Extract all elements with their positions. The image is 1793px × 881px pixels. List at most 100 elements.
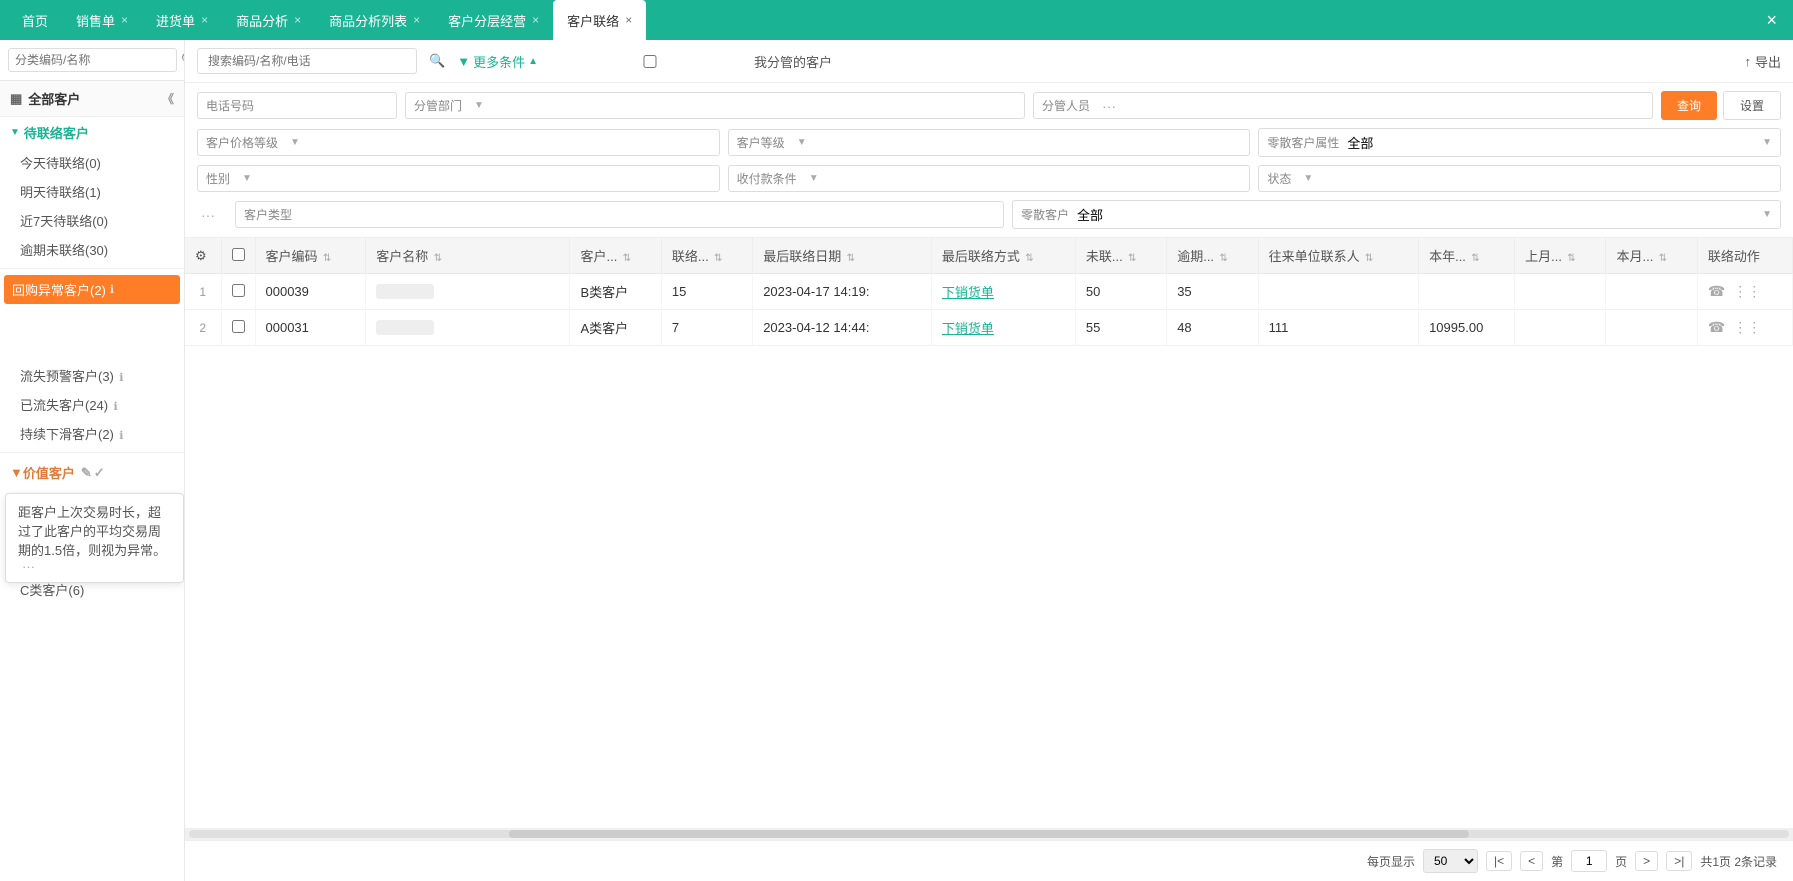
row-code-2[interactable]: 000031 <box>255 310 366 346</box>
retail-customer-field[interactable]: 零散客户 全部 ▼ <box>1012 200 1781 229</box>
customer-type-field[interactable]: 客户类型 <box>235 201 1004 228</box>
th-not-contacted[interactable]: 未联... ⇅ <box>1075 238 1166 274</box>
export-button[interactable]: ↑ 导出 <box>1744 52 1781 71</box>
th-overdue[interactable]: 逾期... ⇅ <box>1167 238 1258 274</box>
scrollbar-thumb[interactable] <box>509 830 1469 838</box>
row-1-checkbox[interactable] <box>232 284 245 297</box>
th-checkbox[interactable] <box>221 238 255 274</box>
close-product-analysis-tab[interactable]: × <box>294 13 301 27</box>
row-checkbox-2[interactable] <box>221 310 255 346</box>
my-customer-checkbox-container[interactable]: 我分管的客户 <box>550 52 832 71</box>
tab-product-analysis[interactable]: 商品分析 × <box>222 0 315 40</box>
sort-overdue-icon[interactable]: ⇅ <box>1219 253 1227 264</box>
select-all-checkbox[interactable] <box>232 248 245 261</box>
retail-attr-field[interactable]: 零散客户属性 全部 ▼ <box>1258 128 1781 157</box>
sort-thisyear-icon[interactable]: ⇅ <box>1471 253 1479 264</box>
row-code-1[interactable]: 000039 <box>255 274 366 310</box>
sort-companycontacts-icon[interactable]: ⇅ <box>1365 253 1373 264</box>
price-grade-field[interactable]: 客户价格等级 ▼ <box>197 129 720 156</box>
th-contacts[interactable]: 联络... ⇅ <box>661 238 752 274</box>
status-field[interactable]: 状态 ▼ <box>1258 165 1781 192</box>
more-action-icon-1[interactable]: ⋮⋮ <box>1733 283 1761 300</box>
sidebar-item-churned[interactable]: 已流失客户(24) ℹ <box>0 390 184 419</box>
tab-home[interactable]: 首页 <box>8 0 62 40</box>
sidebar-search-input[interactable] <box>8 48 177 72</box>
manager-dots[interactable]: ··· <box>1102 98 1116 114</box>
settings-button[interactable]: 设置 <box>1723 91 1781 120</box>
more-action-icon-2[interactable]: ⋮⋮ <box>1733 319 1761 336</box>
th-last-contact-method[interactable]: 最后联络方式 ⇅ <box>931 238 1075 274</box>
th-last-month[interactable]: 上月... ⇅ <box>1515 238 1606 274</box>
customer-grade-field[interactable]: 客户等级 ▼ <box>728 129 1251 156</box>
check-icon-value-group[interactable]: ✓ <box>94 465 105 481</box>
row-name-1[interactable] <box>366 274 570 310</box>
sort-lastmonth-icon[interactable]: ⇅ <box>1567 253 1575 264</box>
query-button[interactable]: 查询 <box>1661 91 1717 120</box>
phone-field[interactable]: 电话号码 <box>197 92 397 119</box>
value-customer-group[interactable]: ▼ 价值客户 ✎ ✓ <box>0 457 184 488</box>
prev-page-button[interactable]: < <box>1520 851 1543 871</box>
sidebar-item-overdue[interactable]: 逾期未联络(30) <box>0 235 184 264</box>
window-close-button[interactable]: × <box>1758 10 1785 31</box>
sidebar-item-declining[interactable]: 持续下滑客户(2) ℹ <box>0 419 184 448</box>
th-company-contacts[interactable]: 往来单位联系人 ⇅ <box>1258 238 1419 274</box>
sidebar-item-tomorrow[interactable]: 明天待联络(1) <box>0 177 184 206</box>
th-customer-type[interactable]: 客户... ⇅ <box>570 238 661 274</box>
page-size-select[interactable]: 10 20 50 100 <box>1423 849 1478 873</box>
filter-search-icon[interactable]: 🔍 <box>429 53 445 69</box>
last-page-button[interactable]: >| <box>1666 851 1692 871</box>
first-page-button[interactable]: |< <box>1486 851 1512 871</box>
close-purchase-tab[interactable]: × <box>201 13 208 27</box>
row-name-2[interactable] <box>366 310 570 346</box>
gender-field[interactable]: 性别 ▼ <box>197 165 720 192</box>
close-customer-segments-tab[interactable]: × <box>532 13 539 27</box>
next-page-button[interactable]: > <box>1635 851 1658 871</box>
row-last-method-1[interactable]: 下销货单 <box>931 274 1075 310</box>
close-product-analysis-list-tab[interactable]: × <box>413 13 420 27</box>
sidebar-item-repurchase-abnormal[interactable]: 回购异常客户(2) ℹ <box>4 275 180 304</box>
pending-contact-group[interactable]: ▼ 待联络客户 <box>0 117 184 148</box>
page-number-input[interactable] <box>1571 850 1607 872</box>
row-2-checkbox[interactable] <box>232 320 245 333</box>
manager-field[interactable]: 分管人员 ··· <box>1033 92 1653 119</box>
th-code[interactable]: 客户编码 ⇅ <box>255 238 366 274</box>
my-customer-checkbox[interactable] <box>550 55 750 68</box>
payment-field[interactable]: 收付款条件 ▼ <box>728 165 1251 192</box>
sort-thismonth-icon[interactable]: ⇅ <box>1659 253 1667 264</box>
all-customers-title[interactable]: ▦ 全部客户 《 <box>0 81 184 117</box>
tab-sales[interactable]: 销售单 × <box>62 0 142 40</box>
tab-product-analysis-list[interactable]: 商品分析列表 × <box>315 0 434 40</box>
sort-name-icon[interactable]: ⇅ <box>434 253 442 264</box>
th-this-month[interactable]: 本月... ⇅ <box>1606 238 1697 274</box>
dept-field[interactable]: 分管部门 ▼ <box>405 92 1025 119</box>
more-conditions-button[interactable]: ▼ 更多条件 ▲ <box>457 52 538 71</box>
th-settings[interactable]: ⚙ <box>185 238 221 274</box>
th-last-contact-date[interactable]: 最后联络日期 ⇅ <box>753 238 932 274</box>
sidebar-item-churn-warning[interactable]: 流失预警客户(3) ℹ <box>0 361 184 390</box>
close-sales-tab[interactable]: × <box>121 13 128 27</box>
contact-icon-1[interactable]: ☎ <box>1708 283 1725 300</box>
tab-customer-contact[interactable]: 客户联络 × <box>553 0 646 40</box>
row-checkbox-1[interactable] <box>221 274 255 310</box>
sort-notcontacted-icon[interactable]: ⇅ <box>1128 253 1136 264</box>
sort-date-icon[interactable]: ⇅ <box>847 253 855 264</box>
edit-icon-value-group[interactable]: ✎ <box>81 465 92 481</box>
sidebar-item-7days[interactable]: 近7天待联络(0) <box>0 206 184 235</box>
horizontal-scrollbar[interactable] <box>185 828 1793 840</box>
settings-icon[interactable]: ⚙ <box>195 248 207 263</box>
tab-purchase[interactable]: 进货单 × <box>142 0 222 40</box>
sort-code-icon[interactable]: ⇅ <box>323 253 331 264</box>
search-input[interactable] <box>197 48 417 74</box>
th-name[interactable]: 客户名称 ⇅ <box>366 238 570 274</box>
sort-type-icon[interactable]: ⇅ <box>623 253 631 264</box>
scrollbar-track[interactable] <box>189 830 1789 838</box>
contact-icon-2[interactable]: ☎ <box>1708 319 1725 336</box>
row-last-method-2[interactable]: 下销货单 <box>931 310 1075 346</box>
fold-icon[interactable]: 《 <box>162 90 174 107</box>
sidebar-item-today[interactable]: 今天待联络(0) <box>0 148 184 177</box>
tab-customer-segments[interactable]: 客户分层经营 × <box>434 0 553 40</box>
tooltip-dots[interactable]: ··· <box>22 559 35 574</box>
th-this-year[interactable]: 本年... ⇅ <box>1419 238 1515 274</box>
close-customer-contact-tab[interactable]: × <box>625 13 632 27</box>
sort-method-icon[interactable]: ⇅ <box>1025 253 1033 264</box>
